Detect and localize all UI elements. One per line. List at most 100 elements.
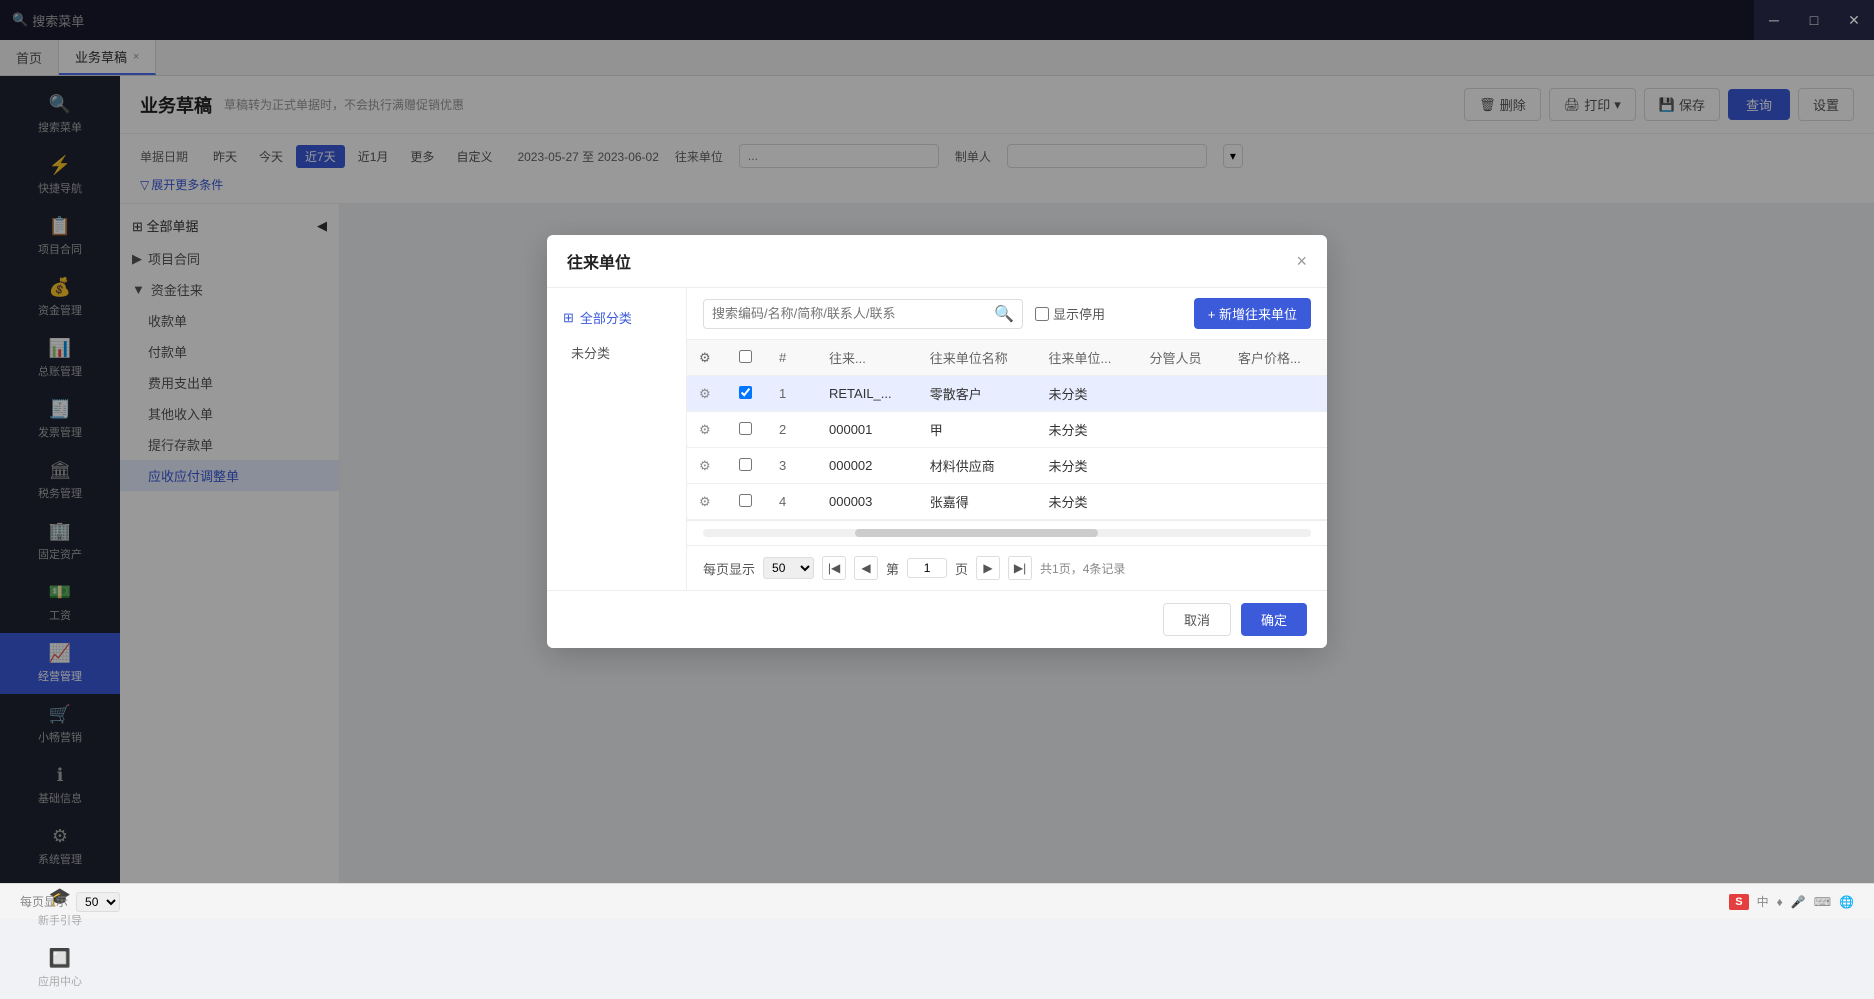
row-code: 000003 [817, 484, 918, 520]
table-row[interactable]: ⚙ 1 RETAIL_... 零散客户 未分类 [687, 376, 1327, 412]
table-row[interactable]: ⚙ 2 000001 甲 未分类 [687, 412, 1327, 448]
cancel-label: 取消 [1184, 613, 1210, 628]
row-price [1226, 412, 1327, 448]
row-name: 材料供应商 [918, 448, 1037, 484]
confirm-label: 确定 [1261, 613, 1287, 628]
status-icons: S 中 ♦ 🎤 ⌨ 🌐 [1729, 893, 1854, 910]
add-partner-label: + 新增往来单位 [1208, 304, 1297, 323]
partner-search-input[interactable] [712, 306, 990, 321]
close-icon: ✕ [1848, 12, 1860, 29]
confirm-button[interactable]: 确定 [1241, 603, 1307, 636]
show-disabled-checkbox[interactable] [1035, 307, 1049, 321]
maximize-button[interactable]: □ [1794, 0, 1834, 40]
col-category-header: 往来单位... [1036, 340, 1137, 376]
row-number: 3 [767, 448, 817, 484]
grid-icon: ⊞ [563, 310, 574, 326]
maximize-icon: □ [1810, 12, 1818, 28]
row-checkbox[interactable] [739, 422, 752, 435]
row-settings[interactable]: ⚙ [687, 484, 727, 520]
row-checkbox-cell[interactable] [727, 484, 767, 520]
row-checkbox[interactable] [739, 458, 752, 471]
col-checkbox-header [727, 340, 767, 376]
page-size-select[interactable]: 50 100 [763, 557, 814, 579]
scrollbar-thumb[interactable] [855, 529, 1098, 537]
select-all-checkbox[interactable] [739, 350, 752, 363]
search-box: 🔍 [703, 299, 1023, 329]
row-name: 张嘉得 [918, 484, 1037, 520]
page-size-label: 每页显示 [703, 559, 755, 578]
bottom-page-size-label: 每页显示 [20, 893, 68, 910]
col-settings-header: ⚙ [687, 340, 727, 376]
dialog-sidebar-label: 全部分类 [580, 308, 632, 327]
status-icon-cn: 中 [1757, 893, 1769, 910]
dialog-close-button[interactable]: × [1296, 252, 1307, 270]
row-price [1226, 376, 1327, 412]
status-icon-s: S [1729, 894, 1748, 910]
row-salesperson [1138, 484, 1226, 520]
row-checkbox[interactable] [739, 386, 752, 399]
app-center-icon: 🔲 [49, 948, 71, 969]
search-icon[interactable]: 🔍 [994, 304, 1014, 324]
dialog-body: ⊞ 全部分类 未分类 🔍 显示停用 [547, 288, 1327, 590]
row-number: 2 [767, 412, 817, 448]
page-input[interactable] [907, 558, 947, 578]
uncategorized-label: 未分类 [571, 343, 610, 362]
dialog-main: 🔍 显示停用 + 新增往来单位 ⚙ [687, 288, 1327, 590]
horizontal-scrollbar[interactable] [703, 529, 1311, 537]
row-price [1226, 484, 1327, 520]
row-name: 甲 [918, 412, 1037, 448]
last-page-btn[interactable]: ▶| [1008, 556, 1032, 580]
add-partner-button[interactable]: + 新增往来单位 [1194, 298, 1311, 329]
dialog-sidebar: ⊞ 全部分类 未分类 [547, 288, 687, 590]
status-icon-globe: 🌐 [1839, 895, 1854, 909]
dialog-header: 往来单位 × [547, 235, 1327, 288]
dialog-pagination: 每页显示 50 100 |◀ ◀ 第 页 ▶ ▶| 共1页，4条记录 [687, 545, 1327, 590]
status-icon-diamond: ♦ [1777, 895, 1783, 909]
sidebar-item-label: 新手引导 [38, 912, 82, 928]
status-icon-mic: 🎤 [1791, 895, 1806, 909]
bottom-bar: 每页显示 50 S 中 ♦ 🎤 ⌨ 🌐 [0, 883, 1874, 919]
row-checkbox-cell[interactable] [727, 448, 767, 484]
row-name: 零散客户 [918, 376, 1037, 412]
table-row[interactable]: ⚙ 4 000003 张嘉得 未分类 [687, 484, 1327, 520]
row-category: 未分类 [1036, 448, 1137, 484]
row-settings[interactable]: ⚙ [687, 448, 727, 484]
row-code: RETAIL_... [817, 376, 918, 412]
row-category: 未分类 [1036, 484, 1137, 520]
show-disabled-label[interactable]: 显示停用 [1035, 304, 1105, 323]
row-settings[interactable]: ⚙ [687, 376, 727, 412]
row-category: 未分类 [1036, 376, 1137, 412]
table-scroll-bar [687, 520, 1327, 545]
minimize-button[interactable]: ─ [1754, 0, 1794, 40]
sidebar-item-app-center[interactable]: 🔲 应用中心 [0, 938, 120, 999]
row-salesperson [1138, 412, 1226, 448]
row-checkbox-cell[interactable] [727, 376, 767, 412]
next-page-btn[interactable]: ▶ [976, 556, 1000, 580]
cancel-button[interactable]: 取消 [1163, 603, 1231, 636]
row-checkbox[interactable] [739, 494, 752, 507]
dialog-title: 往来单位 [567, 249, 631, 273]
col-name-header: 往来单位名称 [918, 340, 1037, 376]
first-page-btn[interactable]: |◀ [822, 556, 846, 580]
data-table: ⚙ # 往来... 往来单位名称 往来单位... 分管人员 客户价格... [687, 340, 1327, 520]
row-salesperson [1138, 448, 1226, 484]
row-checkbox-cell[interactable] [727, 412, 767, 448]
row-code: 000001 [817, 412, 918, 448]
table-row[interactable]: ⚙ 3 000002 材料供应商 未分类 [687, 448, 1327, 484]
dialog-sidebar-uncategorized[interactable]: 未分类 [547, 335, 686, 370]
table-header-row: ⚙ # 往来... 往来单位名称 往来单位... 分管人员 客户价格... [687, 340, 1327, 376]
row-salesperson [1138, 376, 1226, 412]
window-controls: ─ □ ✕ [1754, 0, 1874, 40]
row-number: 4 [767, 484, 817, 520]
page-total-info: 共1页，4条记录 [1040, 560, 1125, 577]
dialog-sidebar-all-categories[interactable]: ⊞ 全部分类 [547, 300, 686, 335]
row-code: 000002 [817, 448, 918, 484]
row-settings[interactable]: ⚙ [687, 412, 727, 448]
bottom-page-size-select[interactable]: 50 [76, 892, 120, 912]
sidebar-item-label: 应用中心 [38, 973, 82, 989]
col-code-header: 往来... [817, 340, 918, 376]
close-button[interactable]: ✕ [1834, 0, 1874, 40]
prev-page-btn[interactable]: ◀ [854, 556, 878, 580]
show-disabled-text: 显示停用 [1053, 304, 1105, 323]
page-label: 页 [955, 559, 968, 578]
